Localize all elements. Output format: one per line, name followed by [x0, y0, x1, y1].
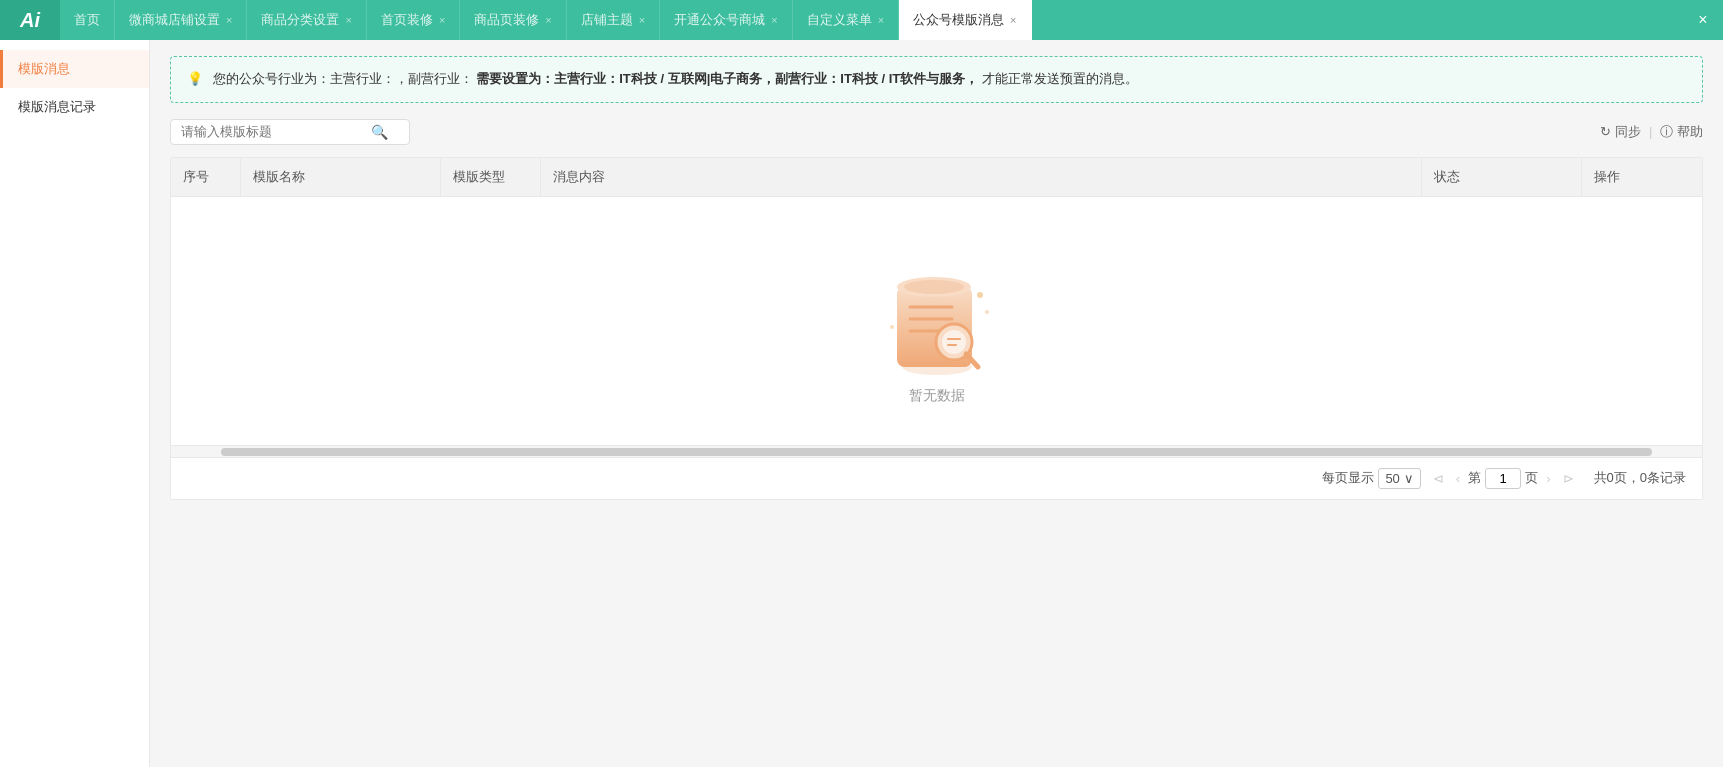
content-area: 💡 您的公众号行业为：主营行业：，副营行业： 需要设置为：主营行业：IT科技 /…: [150, 40, 1723, 767]
empty-text: 暂无数据: [909, 387, 965, 405]
sidebar-item-label: 模版消息记录: [18, 99, 96, 114]
tab-label: 首页装修: [381, 11, 433, 29]
main-layout: 模版消息 模版消息记录 💡 您的公众号行业为：主营行业：，副营行业： 需要设置为…: [0, 40, 1723, 767]
svg-point-13: [977, 292, 983, 298]
data-table: 序号 模版名称 模版类型 消息内容 状态 操作: [170, 157, 1703, 500]
col-label: 模版名称: [253, 169, 305, 184]
search-input[interactable]: [181, 124, 371, 139]
divider: |: [1649, 124, 1652, 139]
svg-point-9: [942, 330, 966, 354]
notice-prefix: 您的公众号行业为：主营行业：，副营行业：: [213, 71, 473, 86]
col-label: 操作: [1594, 169, 1620, 184]
sidebar-item-template-msg[interactable]: 模版消息: [0, 50, 149, 88]
per-page-label: 每页显示: [1322, 469, 1374, 487]
tab-label: 公众号模版消息: [913, 11, 1004, 29]
table-header: 序号 模版名称 模版类型 消息内容 状态 操作: [171, 158, 1702, 197]
col-header-seq: 序号: [171, 158, 241, 196]
pagination: 每页显示 50 ∨ ⊲ ‹ 第 页 › ⊳: [171, 457, 1702, 499]
tab-product-decoration[interactable]: 商品页装修 ×: [460, 0, 566, 40]
total-info: 共0页，0条记录: [1594, 469, 1686, 487]
search-input-wrap[interactable]: 🔍: [170, 119, 410, 145]
sidebar-item-label: 模版消息: [18, 61, 70, 76]
col-header-name: 模版名称: [241, 158, 441, 196]
tab-label: 开通公众号商城: [674, 11, 765, 29]
scrollbar-thumb[interactable]: [221, 448, 1652, 456]
next-page-button[interactable]: ›: [1542, 469, 1554, 488]
search-icon[interactable]: 🔍: [371, 124, 388, 140]
col-label: 序号: [183, 169, 209, 184]
empty-illustration: [872, 257, 1002, 387]
tab-label: 微商城店铺设置: [129, 11, 220, 29]
per-page-select: 每页显示 50 ∨: [1322, 468, 1420, 489]
per-page-value: 50: [1385, 471, 1399, 486]
sidebar-item-template-msg-record[interactable]: 模版消息记录: [0, 88, 149, 126]
tab-close-icon[interactable]: ×: [545, 14, 551, 26]
last-page-button[interactable]: ⊳: [1559, 469, 1578, 488]
notice-highlight: 需要设置为：主营行业：IT科技 / 互联网|电子商务，副营行业：IT科技 / I…: [476, 71, 978, 86]
sync-label: 同步: [1615, 124, 1641, 139]
chevron-down-icon: ∨: [1404, 471, 1414, 486]
top-nav: Ai 首页 微商城店铺设置 × 商品分类设置 × 首页装修 × 商品页装修 ×: [0, 0, 1723, 40]
tab-shop-settings[interactable]: 微商城店铺设置 ×: [115, 0, 247, 40]
tab-home-label: 首页: [74, 11, 100, 29]
help-button[interactable]: ⓘ 帮助: [1660, 123, 1703, 141]
tab-homepage-decoration[interactable]: 首页装修 ×: [367, 0, 460, 40]
col-header-status: 状态: [1422, 158, 1582, 196]
col-label: 状态: [1434, 169, 1460, 184]
svg-point-15: [890, 325, 894, 329]
tab-close-icon[interactable]: ×: [771, 14, 777, 26]
notice-box: 💡 您的公众号行业为：主营行业：，副营行业： 需要设置为：主营行业：IT科技 /…: [170, 56, 1703, 103]
search-actions: ↻ 同步 | ⓘ 帮助: [1600, 123, 1703, 141]
tab-label: 店铺主题: [581, 11, 633, 29]
tab-close-icon[interactable]: ×: [345, 14, 351, 26]
tab-close-icon[interactable]: ×: [439, 14, 445, 26]
per-page-dropdown[interactable]: 50 ∨: [1378, 468, 1420, 489]
col-header-content: 消息内容: [541, 158, 1422, 196]
search-bar: 🔍 ↻ 同步 | ⓘ 帮助: [170, 119, 1703, 145]
tab-custom-menu[interactable]: 自定义菜单 ×: [793, 0, 899, 40]
page-label: 第: [1468, 469, 1481, 487]
tab-template-msg[interactable]: 公众号模版消息 ×: [899, 0, 1031, 40]
tab-home[interactable]: 首页: [60, 0, 115, 40]
col-header-type: 模版类型: [441, 158, 541, 196]
tab-close-icon[interactable]: ×: [878, 14, 884, 26]
tab-shop-theme[interactable]: 店铺主题 ×: [567, 0, 660, 40]
prev-page-button[interactable]: ‹: [1452, 469, 1464, 488]
col-label: 模版类型: [453, 169, 505, 184]
tab-label: 商品页装修: [474, 11, 539, 29]
tab-close-icon[interactable]: ×: [226, 14, 232, 26]
logo-text: Ai: [20, 9, 40, 32]
page-input[interactable]: [1485, 468, 1521, 489]
col-header-action: 操作: [1582, 158, 1702, 196]
help-label: 帮助: [1677, 124, 1703, 139]
svg-point-14: [985, 310, 989, 314]
notice-icon: 💡: [187, 71, 203, 86]
empty-state: 暂无数据: [171, 197, 1702, 445]
tab-open-mall[interactable]: 开通公众号商城 ×: [660, 0, 792, 40]
sync-button[interactable]: ↻ 同步: [1600, 123, 1641, 141]
col-label: 消息内容: [553, 169, 605, 184]
svg-point-4: [904, 280, 964, 294]
tab-close-icon[interactable]: ×: [639, 14, 645, 26]
horizontal-scrollbar[interactable]: [171, 445, 1702, 457]
page-navigation: ⊲ ‹ 第 页 › ⊳: [1429, 468, 1578, 489]
window-close-button[interactable]: ×: [1683, 0, 1723, 40]
close-icon: ×: [1698, 11, 1707, 29]
tab-close-icon[interactable]: ×: [1010, 14, 1016, 26]
sidebar: 模版消息 模版消息记录: [0, 40, 150, 767]
nav-tabs: 首页 微商城店铺设置 × 商品分类设置 × 首页装修 × 商品页装修 × 店铺主…: [60, 0, 1683, 40]
first-page-button[interactable]: ⊲: [1429, 469, 1448, 488]
app-logo: Ai: [0, 0, 60, 40]
notice-suffix: 才能正常发送预置的消息。: [982, 71, 1138, 86]
tab-label: 自定义菜单: [807, 11, 872, 29]
page-unit: 页: [1525, 469, 1538, 487]
tab-label: 商品分类设置: [261, 11, 339, 29]
tab-category-settings[interactable]: 商品分类设置 ×: [247, 0, 366, 40]
